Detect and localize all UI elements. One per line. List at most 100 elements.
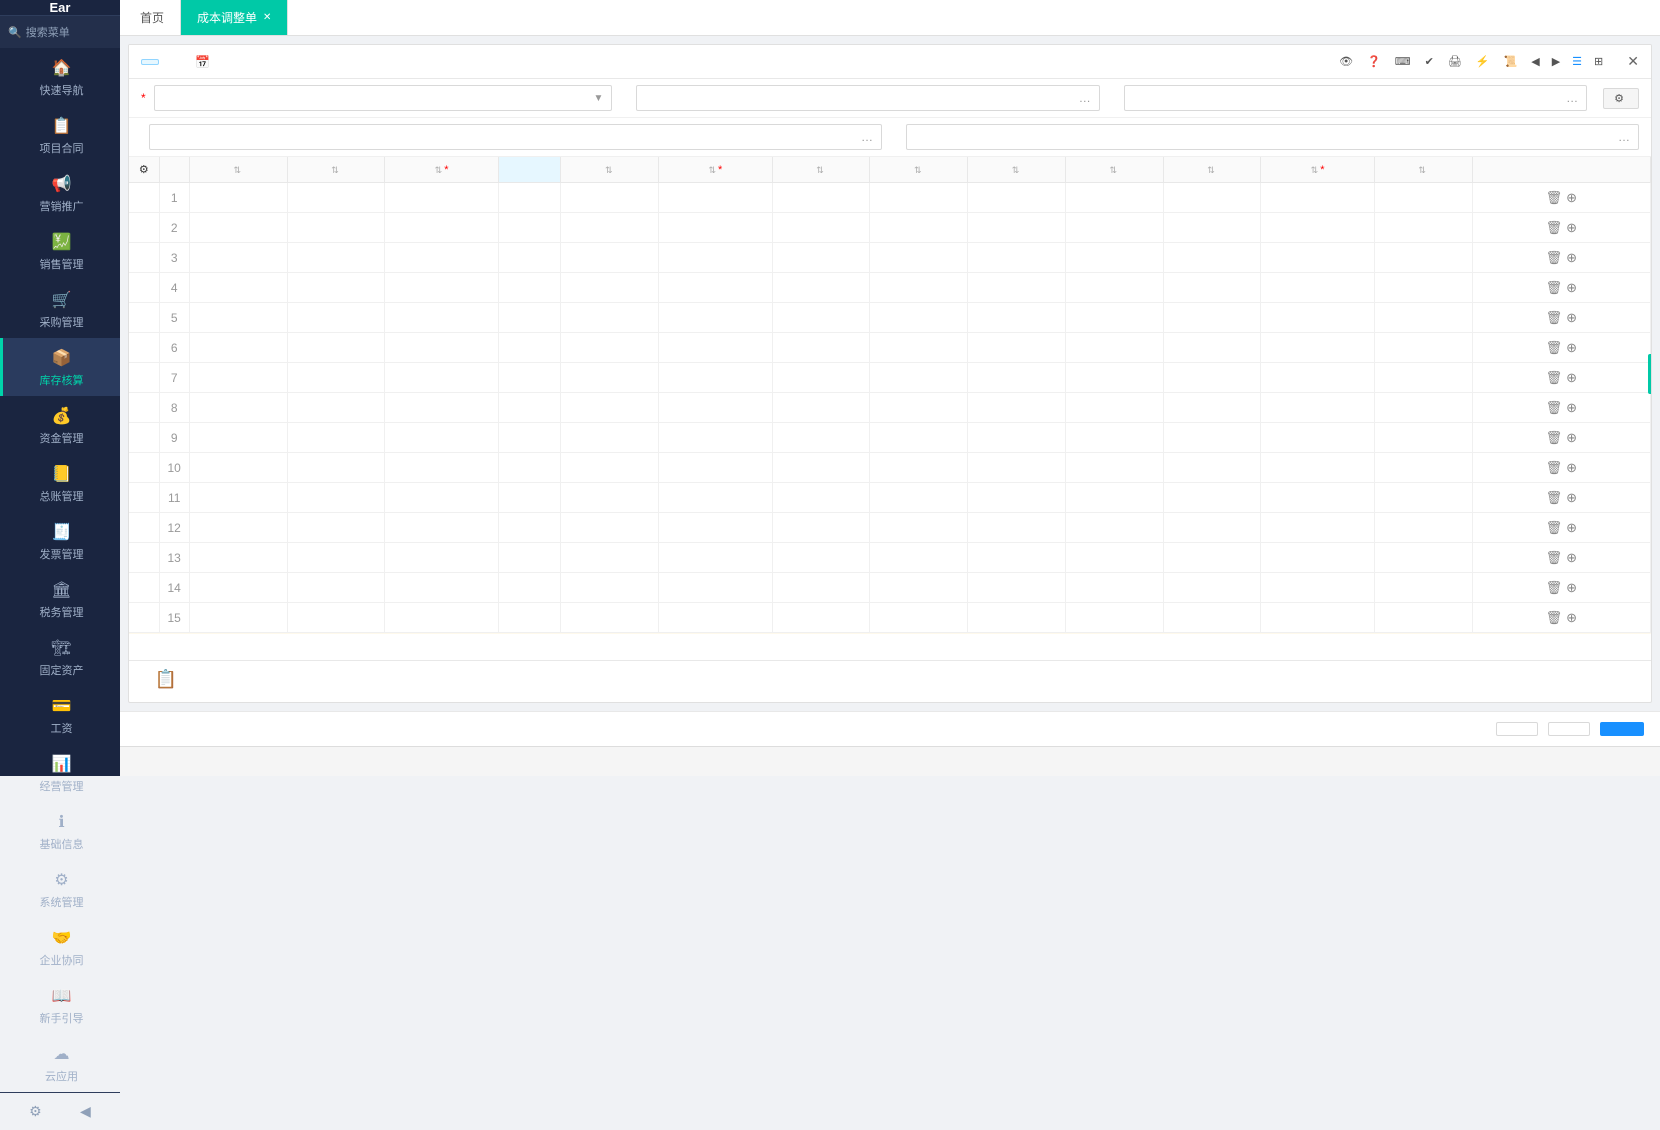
- row-adj-qty-cell[interactable]: [772, 243, 870, 273]
- row-adj-amount-cell[interactable]: [1261, 363, 1375, 393]
- row-product-cell[interactable]: [385, 393, 499, 423]
- row-product-cell[interactable]: [385, 363, 499, 393]
- row-spec-cell[interactable]: [561, 423, 659, 453]
- row-before-price-cell[interactable]: [870, 423, 968, 453]
- row-after-amount-cell[interactable]: [1163, 183, 1261, 213]
- row-copy-btn[interactable]: ⊕: [1566, 550, 1577, 566]
- row-before-amount-cell[interactable]: [968, 453, 1066, 483]
- row-scan-cell[interactable]: [498, 243, 561, 273]
- row-product-cell[interactable]: [385, 573, 499, 603]
- th-project[interactable]: ⇅: [189, 157, 287, 183]
- row-project-cell[interactable]: [189, 243, 287, 273]
- row-spec-cell[interactable]: [561, 483, 659, 513]
- row-before-amount-cell[interactable]: [968, 393, 1066, 423]
- sidebar-item-new-guide[interactable]: 📖新手引导: [0, 976, 120, 1034]
- row-adj-amount-cell[interactable]: [1261, 303, 1375, 333]
- row-warehouse-cell[interactable]: [287, 363, 385, 393]
- row-adj-qty-cell[interactable]: [772, 183, 870, 213]
- row-before-amount-cell[interactable]: [968, 573, 1066, 603]
- row-delete-btn[interactable]: 🗑: [1546, 460, 1563, 476]
- th-after-amount[interactable]: ⇅: [1163, 157, 1261, 183]
- row-delete-btn[interactable]: 🗑: [1546, 520, 1563, 536]
- row-after-price-cell[interactable]: [1065, 273, 1163, 303]
- th-before-price[interactable]: ⇅: [870, 157, 968, 183]
- row-before-price-cell[interactable]: [870, 273, 968, 303]
- row-product-cell[interactable]: [385, 303, 499, 333]
- row-delete-btn[interactable]: 🗑: [1546, 400, 1563, 416]
- row-before-amount-cell[interactable]: [968, 333, 1066, 363]
- row-after-amount-cell[interactable]: [1163, 243, 1261, 273]
- row-before-amount-cell[interactable]: [968, 363, 1066, 393]
- row-scan-cell[interactable]: [498, 573, 561, 603]
- row-delete-btn[interactable]: 🗑: [1546, 370, 1563, 386]
- row-spec-cell[interactable]: [561, 513, 659, 543]
- row-spec-cell[interactable]: [561, 573, 659, 603]
- row-project-cell[interactable]: [189, 273, 287, 303]
- row-warehouse-cell[interactable]: [287, 213, 385, 243]
- row-adj-qty-cell[interactable]: [772, 393, 870, 423]
- income-contract-input[interactable]: …: [906, 124, 1639, 150]
- row-after-price-cell[interactable]: [1065, 513, 1163, 543]
- row-unit-cell[interactable]: [659, 273, 773, 303]
- row-before-price-cell[interactable]: [870, 543, 968, 573]
- row-adj-amount-cell[interactable]: [1261, 333, 1375, 363]
- row-after-price-cell[interactable]: [1065, 213, 1163, 243]
- row-after-amount-cell[interactable]: [1163, 273, 1261, 303]
- row-scan-cell[interactable]: [498, 333, 561, 363]
- row-before-price-cell[interactable]: [870, 333, 968, 363]
- row-delete-btn[interactable]: 🗑: [1546, 340, 1563, 356]
- row-after-price-cell[interactable]: [1065, 243, 1163, 273]
- row-scan-cell[interactable]: [498, 183, 561, 213]
- th-settings[interactable]: ⚙: [129, 157, 159, 183]
- row-before-amount-cell[interactable]: [968, 513, 1066, 543]
- row-project-cell[interactable]: [189, 483, 287, 513]
- save-new-button[interactable]: [1600, 722, 1644, 736]
- row-product-cell[interactable]: [385, 183, 499, 213]
- row-before-price-cell[interactable]: [870, 603, 968, 633]
- row-after-price-cell[interactable]: [1065, 483, 1163, 513]
- row-adj-qty-cell[interactable]: [772, 573, 870, 603]
- row-income-contract-cell[interactable]: [1374, 303, 1472, 333]
- row-product-cell[interactable]: [385, 423, 499, 453]
- row-adj-amount-cell[interactable]: [1261, 453, 1375, 483]
- row-delete-btn[interactable]: 🗑: [1546, 190, 1563, 206]
- row-delete-btn[interactable]: 🗑: [1546, 490, 1563, 506]
- row-product-cell[interactable]: [385, 243, 499, 273]
- row-income-contract-cell[interactable]: [1374, 333, 1472, 363]
- sidebar-item-sales-promo[interactable]: 📢营销推广: [0, 164, 120, 222]
- row-adj-qty-cell[interactable]: [772, 213, 870, 243]
- sidebar-item-basic-info[interactable]: ℹ基础信息: [0, 802, 120, 860]
- tab-home[interactable]: 首页: [124, 0, 181, 35]
- row-before-price-cell[interactable]: [870, 243, 968, 273]
- row-before-price-cell[interactable]: [870, 393, 968, 423]
- row-copy-btn[interactable]: ⊕: [1566, 580, 1577, 596]
- row-project-cell[interactable]: [189, 573, 287, 603]
- sidebar-item-sales-mgmt[interactable]: 💹销售管理: [0, 222, 120, 280]
- row-adj-amount-cell[interactable]: [1261, 603, 1375, 633]
- row-after-amount-cell[interactable]: [1163, 543, 1261, 573]
- row-after-amount-cell[interactable]: [1163, 573, 1261, 603]
- row-product-cell[interactable]: [385, 543, 499, 573]
- row-income-contract-cell[interactable]: [1374, 183, 1472, 213]
- row-after-amount-cell[interactable]: [1163, 393, 1261, 423]
- row-adj-amount-cell[interactable]: [1261, 513, 1375, 543]
- row-adj-amount-cell[interactable]: [1261, 213, 1375, 243]
- row-unit-cell[interactable]: [659, 303, 773, 333]
- row-project-cell[interactable]: [189, 363, 287, 393]
- row-adj-amount-cell[interactable]: [1261, 543, 1375, 573]
- row-unit-cell[interactable]: [659, 513, 773, 543]
- row-project-cell[interactable]: [189, 333, 287, 363]
- th-income-contract[interactable]: ⇅: [1374, 157, 1472, 183]
- row-adj-amount-cell[interactable]: [1261, 243, 1375, 273]
- row-project-cell[interactable]: [189, 513, 287, 543]
- handler-input[interactable]: …: [149, 124, 882, 150]
- row-warehouse-cell[interactable]: [287, 393, 385, 423]
- row-income-contract-cell[interactable]: [1374, 603, 1472, 633]
- row-warehouse-cell[interactable]: [287, 303, 385, 333]
- project-input[interactable]: …: [636, 85, 1099, 111]
- row-spec-cell[interactable]: [561, 603, 659, 633]
- th-spec[interactable]: ⇅: [561, 157, 659, 183]
- row-spec-cell[interactable]: [561, 333, 659, 363]
- row-unit-cell[interactable]: [659, 393, 773, 423]
- row-after-amount-cell[interactable]: [1163, 453, 1261, 483]
